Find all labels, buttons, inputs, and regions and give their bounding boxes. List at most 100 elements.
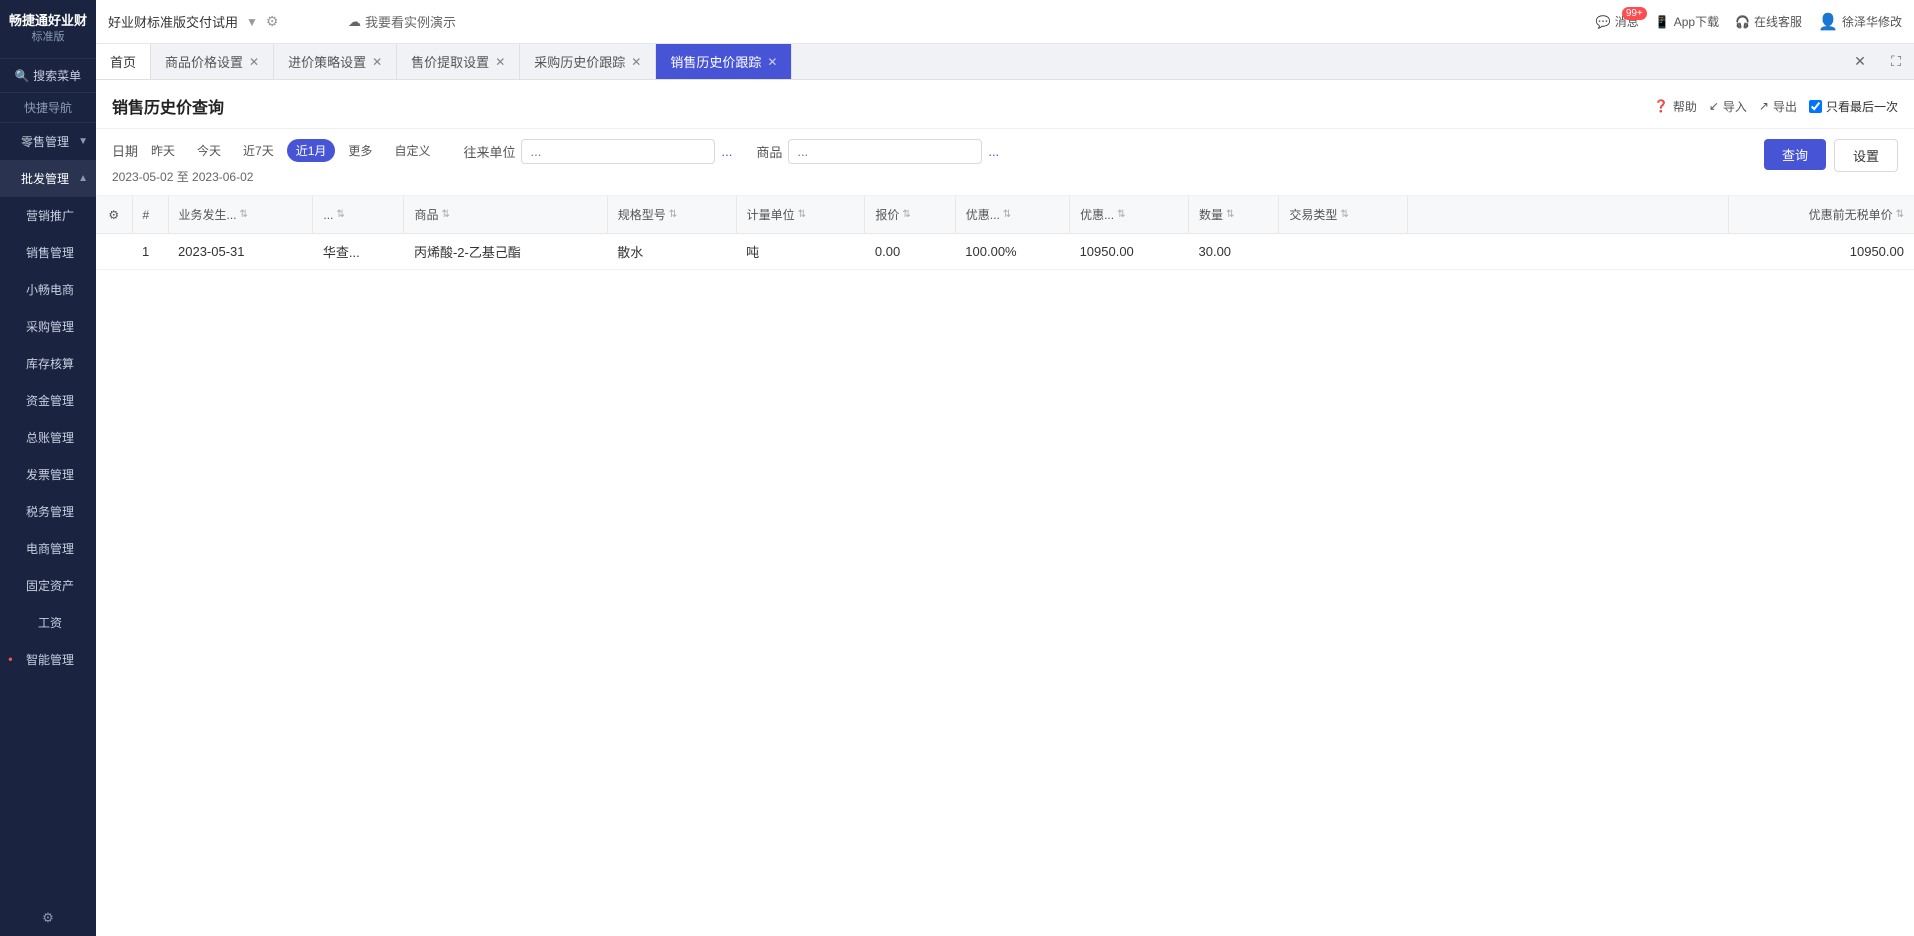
gear-col-icon[interactable]: ⚙ — [108, 208, 119, 222]
sidebar-item-marketing-label: 营销推广 — [12, 207, 88, 224]
last-only-checkbox[interactable] — [1809, 100, 1822, 113]
th-business-date-label: 业务发生... — [179, 206, 237, 223]
th-discount-amt[interactable]: 优惠... ⇅ — [1070, 196, 1189, 234]
tab-sales-history-close[interactable]: ✕ — [767, 55, 777, 69]
sidebar-quick-nav[interactable]: 快捷导航 — [0, 93, 96, 123]
headset-icon: 🎧 — [1735, 15, 1750, 29]
th-price[interactable]: 报价 ⇅ — [865, 196, 955, 234]
date-last1m[interactable]: 近1月 — [287, 139, 336, 162]
window-maximize-btn[interactable]: ⛶ — [1878, 44, 1914, 80]
export-btn[interactable]: ↗ 导出 — [1759, 98, 1797, 115]
topbar: 好业财标准版交付试用 ▼ ⚙ ☁ 我要看实例演示 💬 消息 99+ 📱 App下… — [96, 0, 1914, 44]
sidebar-item-invoice[interactable]: 发票管理 — [0, 456, 96, 493]
sort-icon-product: ⇅ — [441, 209, 449, 220]
date-custom[interactable]: 自定义 — [385, 139, 439, 162]
cell-product: 丙烯酸-2-乙基己酯 — [404, 234, 607, 270]
source-unit-input[interactable] — [521, 139, 715, 164]
th-product-label: 商品 — [414, 206, 438, 223]
message-btn[interactable]: 💬 消息 99+ — [1596, 13, 1639, 30]
tab-sales-history[interactable]: 销售历史价跟踪 ✕ — [656, 44, 792, 79]
product-label: 商品 — [756, 142, 782, 161]
product-input[interactable] — [788, 139, 982, 164]
last-only-checkbox-group[interactable]: 只看最后一次 — [1809, 98, 1898, 115]
date-last7[interactable]: 近7天 — [234, 139, 283, 162]
th-discount-amt-label: 优惠... — [1080, 206, 1114, 223]
sidebar-search[interactable]: 🔍 搜索菜单 — [0, 59, 96, 93]
sidebar-item-inventory[interactable]: 库存核算 — [0, 345, 96, 382]
sidebar-item-sales[interactable]: 销售管理 — [0, 234, 96, 271]
data-table: ⚙ # 业务发生... ⇅ ... ⇅ — [96, 196, 1914, 270]
th-discount-pct[interactable]: 优惠... ⇅ — [955, 196, 1069, 234]
date-more[interactable]: 更多 — [339, 139, 381, 162]
cell-unit: 吨 — [736, 234, 865, 270]
sidebar-item-smart[interactable]: ● 智能管理 — [0, 641, 96, 678]
tab-purchase-history-close[interactable]: ✕ — [631, 55, 641, 69]
th-product[interactable]: 商品 ⇅ — [404, 196, 607, 234]
sidebar-item-purchase[interactable]: 采购管理 — [0, 308, 96, 345]
product-more[interactable]: ... — [988, 144, 999, 159]
th-trade-type-label: 交易类型 — [1289, 206, 1337, 223]
tab-sale-extract-close[interactable]: ✕ — [495, 55, 505, 69]
query-btn[interactable]: 查询 — [1764, 139, 1826, 170]
th-trade-type[interactable]: 交易类型 ⇅ — [1279, 196, 1408, 234]
app-download-label: App下载 — [1674, 13, 1719, 30]
th-spec[interactable]: 规格型号 ⇅ — [607, 196, 736, 234]
cloud-icon: ☁ — [348, 14, 361, 30]
sidebar-item-salary[interactable]: 工资 — [0, 604, 96, 641]
online-service-label: 在线客服 — [1754, 13, 1802, 30]
tab-purchase-strategy-label: 进价策略设置 — [288, 52, 366, 71]
cell-spec: 散水 — [607, 234, 736, 270]
module-selector[interactable]: 好业财标准版交付试用 ▼ ⚙ — [108, 12, 328, 31]
user-menu[interactable]: 👤 徐泽华修改 — [1818, 12, 1902, 32]
date-yesterday[interactable]: 昨天 — [142, 139, 184, 162]
sidebar-item-retail[interactable]: 零售管理 ▼ — [0, 123, 96, 160]
source-unit-more[interactable]: ... — [721, 144, 732, 159]
sidebar-item-marketing[interactable]: 营销推广 — [0, 197, 96, 234]
sidebar-item-finance[interactable]: 资金管理 — [0, 382, 96, 419]
sidebar-item-ledger[interactable]: 总账管理 — [0, 419, 96, 456]
cell-checkbox — [96, 234, 132, 270]
module-settings-icon[interactable]: ⚙ — [266, 13, 279, 30]
th-more[interactable]: ... ⇅ — [313, 196, 404, 234]
sidebar-settings-btn[interactable]: ⚙ — [0, 900, 96, 936]
help-btn[interactable]: ❓ 帮助 — [1654, 98, 1697, 115]
user-avatar-icon: 👤 — [1818, 12, 1838, 32]
settings-btn[interactable]: 设置 — [1834, 139, 1898, 172]
page-area: 销售历史价查询 ❓ 帮助 ↙ 导入 ↗ 导出 只看最后一次 — [96, 80, 1914, 936]
sidebar-item-tax[interactable]: 税务管理 — [0, 493, 96, 530]
online-service-btn[interactable]: 🎧 在线客服 — [1735, 13, 1802, 30]
tab-purchase-strategy-close[interactable]: ✕ — [372, 55, 382, 69]
tab-sale-extract[interactable]: 售价提取设置 ✕ — [397, 44, 520, 79]
sidebar-logo: 畅捷通好业财 标准版 — [0, 0, 96, 59]
sidebar-item-ecommerce-small[interactable]: 小畅电商 — [0, 271, 96, 308]
th-quantity[interactable]: 数量 ⇅ — [1189, 196, 1279, 234]
main-content: 好业财标准版交付试用 ▼ ⚙ ☁ 我要看实例演示 💬 消息 99+ 📱 App下… — [96, 0, 1914, 936]
tab-purchase-history[interactable]: 采购历史价跟踪 ✕ — [520, 44, 656, 79]
app-download-btn[interactable]: 📱 App下载 — [1655, 13, 1719, 30]
th-unit[interactable]: 计量单位 ⇅ — [736, 196, 865, 234]
sidebar-item-ecommerce[interactable]: 电商管理 — [0, 530, 96, 567]
table-row[interactable]: 1 2023-05-31 华查... 丙烯酸-2-乙基己酯 散水 吨 0.00 … — [96, 234, 1914, 270]
sidebar-item-wholesale[interactable]: 批发管理 ▲ — [0, 160, 96, 197]
tab-price[interactable]: 商品价格设置 ✕ — [151, 44, 274, 79]
sidebar-search-label: 搜索菜单 — [33, 69, 81, 83]
date-row: 日期 昨天 今天 近7天 近1月 更多 自定义 — [112, 139, 439, 162]
page-title: 销售历史价查询 — [112, 94, 224, 118]
tab-purchase-strategy[interactable]: 进价策略设置 ✕ — [274, 44, 397, 79]
window-close-btn[interactable]: ✕ — [1842, 44, 1878, 80]
tab-home[interactable]: 首页 — [96, 44, 151, 79]
cell-pretax-price: 10950.00 — [1728, 234, 1914, 270]
th-gear[interactable]: ⚙ — [96, 196, 132, 234]
cell-business-date: 2023-05-31 — [168, 234, 313, 270]
import-btn[interactable]: ↙ 导入 — [1709, 98, 1747, 115]
sidebar-item-ecommerce-small-label: 小畅电商 — [12, 281, 88, 298]
th-pretax-price[interactable]: 优惠前无税单价 ⇅ — [1728, 196, 1914, 234]
sidebar-item-assets[interactable]: 固定资产 — [0, 567, 96, 604]
date-today[interactable]: 今天 — [188, 139, 230, 162]
tab-price-label: 商品价格设置 — [165, 52, 243, 71]
tab-price-close[interactable]: ✕ — [249, 55, 259, 69]
th-seq: # — [132, 196, 168, 234]
th-business-date[interactable]: 业务发生... ⇅ — [168, 196, 313, 234]
sidebar-item-wholesale-label: 批发管理 — [12, 170, 78, 187]
demo-link[interactable]: ☁ 我要看实例演示 — [348, 12, 456, 31]
